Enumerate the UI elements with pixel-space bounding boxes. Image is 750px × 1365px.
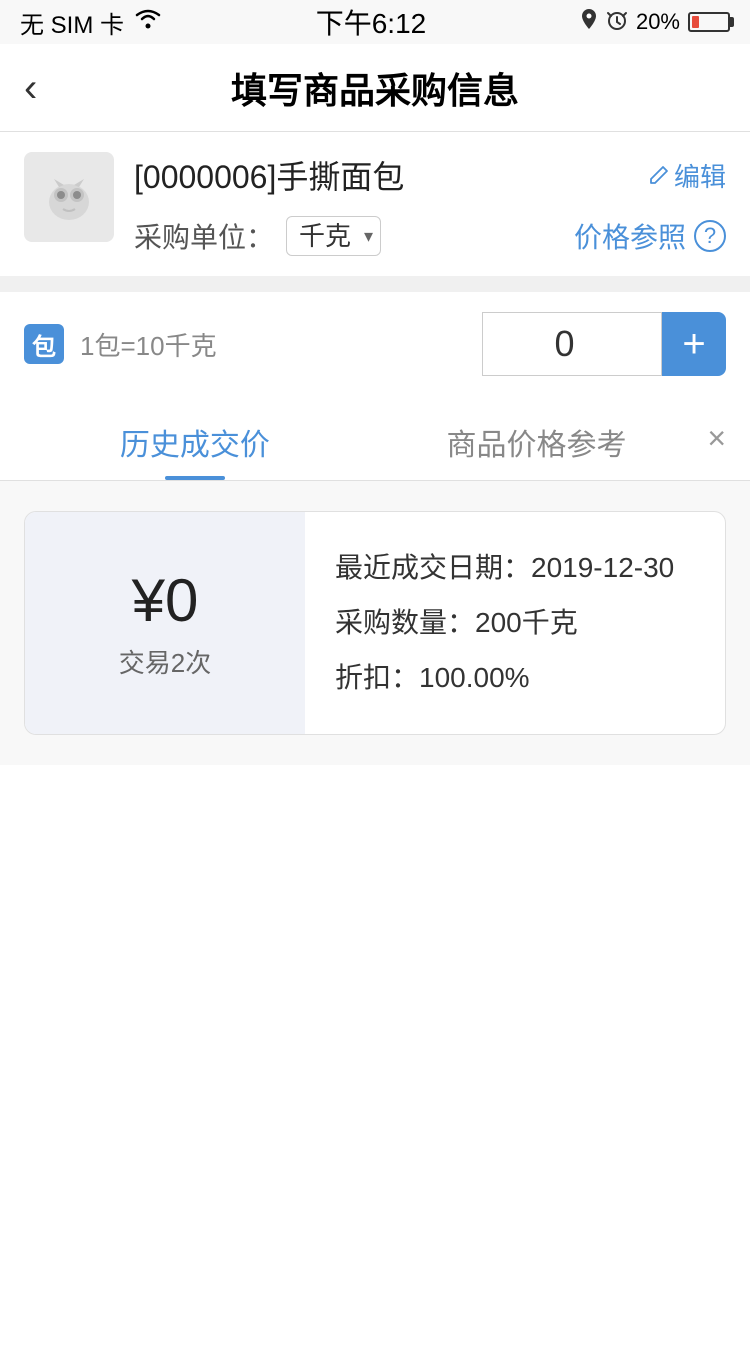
quantity-input[interactable] bbox=[482, 312, 662, 376]
currency-symbol: ¥ bbox=[132, 567, 165, 634]
no-sim-text: 无 SIM 卡 bbox=[20, 5, 124, 40]
discount-label: 折扣： bbox=[335, 662, 419, 693]
alarm-icon bbox=[606, 8, 628, 36]
tab-close-button[interactable]: × bbox=[707, 402, 726, 474]
discount-row: 折扣：100.00% bbox=[335, 658, 695, 697]
price-value: 0 bbox=[165, 567, 198, 634]
quantity-input-row: + bbox=[482, 312, 726, 376]
product-info: [0000006]手撕面包 编辑 采购单位： 千克 克 包 bbox=[134, 152, 726, 256]
price-ref-button[interactable]: 价格参照 ? bbox=[574, 216, 726, 256]
quantity-label-group: 包 1包=10千克 bbox=[24, 324, 217, 364]
status-bar: 无 SIM 卡 下午6:12 20% bbox=[0, 0, 750, 44]
quantity-conversion: 1包=10千克 bbox=[80, 326, 217, 363]
purchase-qty-label: 采购数量： bbox=[335, 607, 475, 638]
bottom-area bbox=[0, 765, 750, 1365]
recent-date-label: 最近成交日期： bbox=[335, 552, 531, 583]
history-card: ¥0 交易2次 最近成交日期：2019-12-30 采购数量：200千克 折扣：… bbox=[24, 511, 726, 735]
quantity-unit-badge: 包 bbox=[24, 324, 64, 364]
history-trade-count: 交易2次 bbox=[119, 643, 211, 680]
discount-value: 100.00% bbox=[419, 662, 530, 693]
quantity-section: 包 1包=10千克 + bbox=[0, 292, 750, 396]
price-ref-label: 价格参照 bbox=[574, 216, 686, 256]
status-time: 下午6:12 bbox=[316, 2, 427, 42]
unit-left: 采购单位： 千克 克 包 ▾ bbox=[134, 216, 381, 256]
purchase-unit-label: 采购单位： bbox=[134, 216, 274, 256]
history-price: ¥0 bbox=[132, 566, 199, 635]
unit-select[interactable]: 千克 克 包 bbox=[286, 216, 381, 256]
purchase-unit-row: 采购单位： 千克 克 包 ▾ 价格参照 ? bbox=[134, 216, 726, 256]
purchase-qty-row: 采购数量：200千克 bbox=[335, 603, 695, 642]
battery-icon bbox=[688, 12, 730, 32]
tab-section: 历史成交价 商品价格参考 × ¥0 交易2次 最近成交日期：2019-12-30… bbox=[0, 396, 750, 765]
status-right: 20% bbox=[580, 8, 730, 36]
history-card-right: 最近成交日期：2019-12-30 采购数量：200千克 折扣：100.00% bbox=[305, 512, 725, 734]
product-thumbnail bbox=[24, 152, 114, 242]
edit-label: 编辑 bbox=[674, 157, 726, 194]
page-title: 填写商品采购信息 bbox=[231, 62, 519, 114]
section-divider bbox=[0, 276, 750, 292]
purchase-qty-value: 200千克 bbox=[475, 607, 578, 638]
status-left: 无 SIM 卡 bbox=[20, 5, 162, 40]
product-section: [0000006]手撕面包 编辑 采购单位： 千克 克 包 bbox=[0, 132, 750, 276]
tab-product-price[interactable]: 商品价格参考 bbox=[366, 396, 708, 480]
tab-bar: 历史成交价 商品价格参考 × bbox=[0, 396, 750, 481]
unit-select-wrapper[interactable]: 千克 克 包 ▾ bbox=[286, 216, 381, 256]
product-row: [0000006]手撕面包 编辑 采购单位： 千克 克 包 bbox=[24, 152, 726, 256]
product-name: [0000006]手撕面包 bbox=[134, 152, 404, 198]
recent-date-value: 2019-12-30 bbox=[531, 552, 674, 583]
history-card-left: ¥0 交易2次 bbox=[25, 512, 305, 734]
wifi-icon bbox=[134, 8, 162, 36]
recent-date-row: 最近成交日期：2019-12-30 bbox=[335, 548, 695, 587]
quantity-plus-button[interactable]: + bbox=[662, 312, 726, 376]
location-icon bbox=[580, 8, 598, 36]
battery-percentage: 20% bbox=[636, 9, 680, 35]
edit-button[interactable]: 编辑 bbox=[648, 157, 726, 194]
nav-bar: ‹ 填写商品采购信息 bbox=[0, 44, 750, 132]
product-header: [0000006]手撕面包 编辑 bbox=[134, 152, 726, 198]
back-button[interactable]: ‹ bbox=[24, 68, 37, 108]
tab-history-price[interactable]: 历史成交价 bbox=[24, 396, 366, 480]
tab-content: ¥0 交易2次 最近成交日期：2019-12-30 采购数量：200千克 折扣：… bbox=[0, 481, 750, 765]
help-icon[interactable]: ? bbox=[694, 220, 726, 252]
